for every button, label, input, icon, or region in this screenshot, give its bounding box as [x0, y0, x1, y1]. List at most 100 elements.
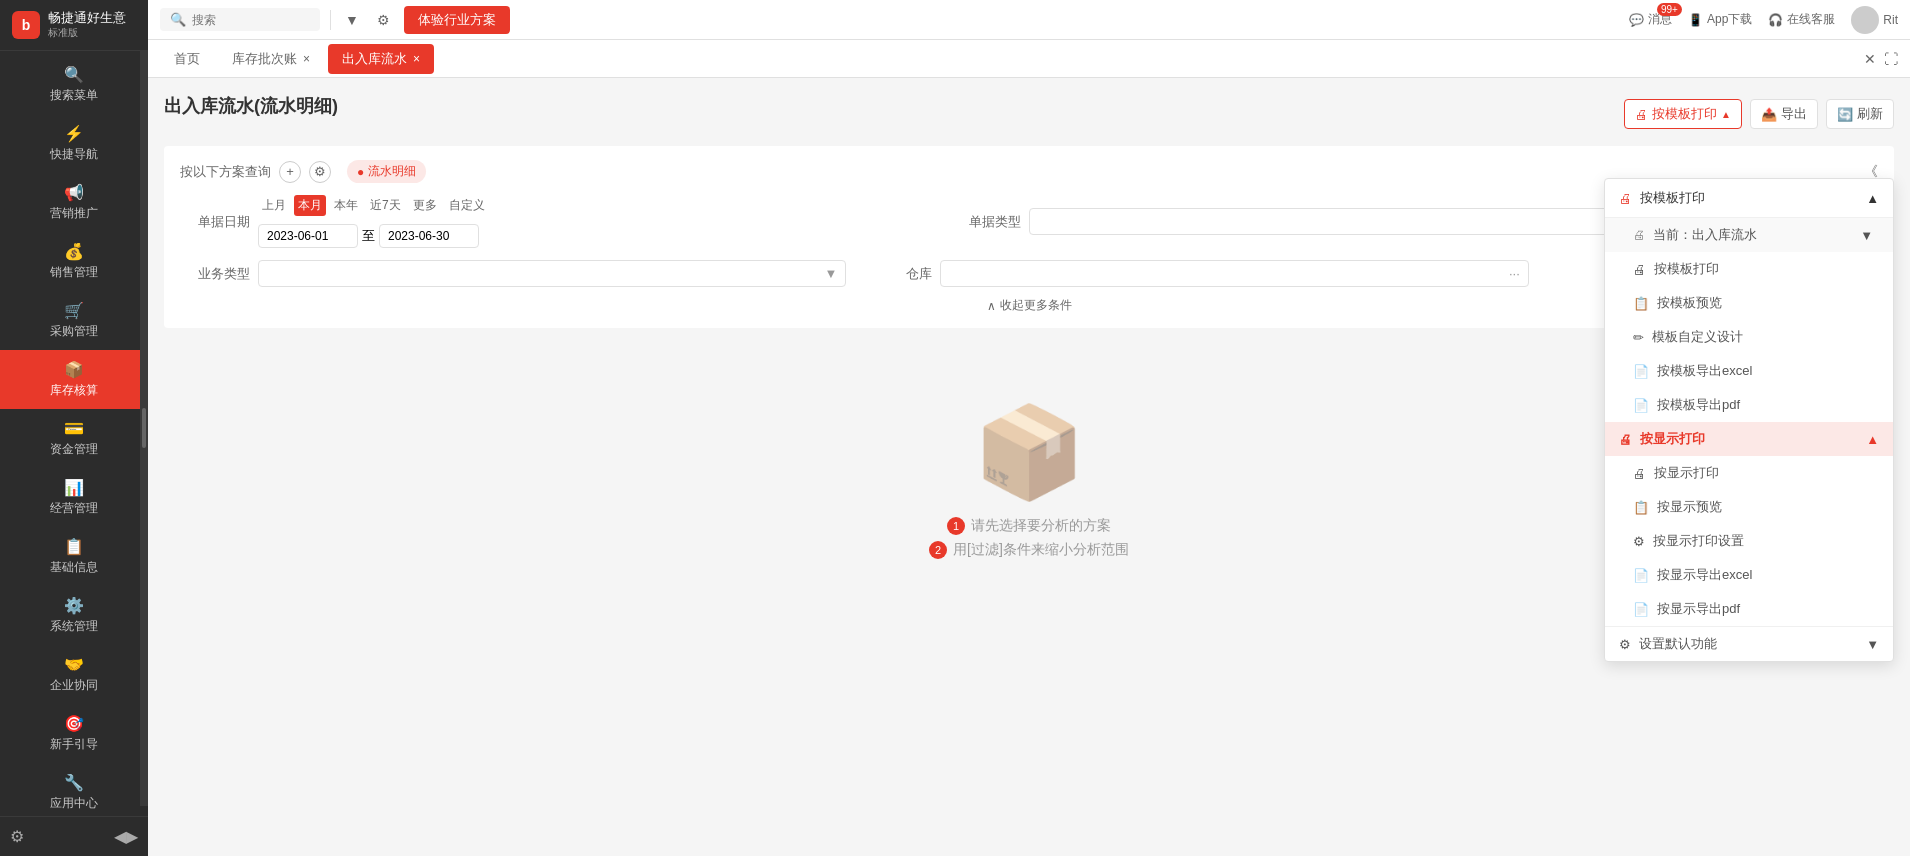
nav-label-marketing: 营销推广: [50, 205, 98, 222]
date-from-input[interactable]: [258, 224, 358, 248]
shortcut-more[interactable]: 更多: [409, 195, 441, 216]
logo-icon: b: [12, 11, 40, 39]
main-area: 🔍 ▼ ⚙ 体验行业方案 💬 消息 99+ 📱 App下载 🎧 在线客服 Ri: [148, 0, 1910, 856]
date-to-input[interactable]: [379, 224, 479, 248]
nav-icon-inventory: 📦: [64, 360, 84, 379]
dropdown-footer[interactable]: ⚙ 设置默认功能 ▼: [1605, 626, 1893, 661]
nav-label-guide: 新手引导: [50, 736, 98, 753]
template-customize-item[interactable]: ✏ 模板自定义设计: [1605, 320, 1893, 354]
template-print-item[interactable]: 🖨 按模板打印: [1605, 252, 1893, 286]
sidebar-item-system[interactable]: ⚙️系统管理: [0, 586, 148, 645]
fullscreen-icon[interactable]: ⛶: [1884, 51, 1898, 67]
nav-icon-search: 🔍: [64, 65, 84, 84]
search-icon: 🔍: [170, 12, 186, 27]
dropdown-arrow-icon[interactable]: ▼: [341, 8, 363, 32]
template-pdf-icon: 📄: [1633, 398, 1649, 413]
current-selection[interactable]: 🖨 当前：出入库流水 ▼: [1605, 218, 1893, 252]
brand-name: 畅捷通好生意: [48, 10, 126, 26]
close-window-icon[interactable]: ✕: [1864, 51, 1876, 67]
nav-icon-guide: 🎯: [64, 714, 84, 733]
sidebar-scrollbar[interactable]: [140, 50, 148, 806]
sidebar-item-finance[interactable]: 💳资金管理: [0, 409, 148, 468]
customer-service-btn[interactable]: 🎧 在线客服: [1768, 11, 1835, 28]
sidebar-item-collab[interactable]: 🤝企业协同: [0, 645, 148, 704]
nav-icon-finance: 💳: [64, 419, 84, 438]
tab-inout-close-icon[interactable]: ×: [413, 52, 420, 66]
phone-icon: 📱: [1688, 13, 1703, 27]
settings-icon[interactable]: ⚙: [10, 827, 24, 846]
sidebar-nav: 🔍 搜索菜单 ⚡快捷导航📢营销推广💰销售管理🛒采购管理📦库存核算💳资金管理📊经营管理…: [0, 51, 148, 816]
settings-icon[interactable]: ⚙: [373, 8, 394, 32]
display-section-header[interactable]: 🖨 按显示打印 ▲: [1605, 422, 1893, 456]
tab-batch-close-icon[interactable]: ×: [303, 52, 310, 66]
display-preview-label: 按显示预览: [1657, 498, 1722, 516]
tab-batch-account[interactable]: 库存批次账 ×: [218, 44, 324, 74]
nav-label-search: 搜索菜单: [50, 87, 98, 104]
warehouse-arrow-icon: ···: [1509, 266, 1520, 281]
user-avatar[interactable]: Rit: [1851, 6, 1898, 34]
shortcut-7days[interactable]: 近7天: [366, 195, 405, 216]
refresh-btn[interactable]: 🔄 刷新: [1826, 99, 1894, 129]
display-section-label: 按显示打印: [1640, 430, 1705, 448]
sidebar-item-search[interactable]: 🔍 搜索菜单: [0, 55, 148, 114]
print-arrow-icon: ▲: [1721, 109, 1731, 120]
search-add-btn[interactable]: +: [279, 161, 301, 183]
collapse-icon[interactable]: ◀▶: [114, 827, 138, 846]
warehouse-select[interactable]: ···: [940, 260, 1528, 287]
tab-home[interactable]: 首页: [160, 44, 214, 74]
shortcut-this-year[interactable]: 本年: [330, 195, 362, 216]
nav-label-basic-info: 基础信息: [50, 559, 98, 576]
search-input[interactable]: [192, 13, 310, 27]
shortcut-custom[interactable]: 自定义: [445, 195, 489, 216]
headset-icon: 🎧: [1768, 13, 1783, 27]
display-pdf-icon: 📄: [1633, 602, 1649, 617]
nav-label-system: 系统管理: [50, 618, 98, 635]
biz-type-select[interactable]: ▼: [258, 260, 846, 287]
display-print-item[interactable]: 🖨 按显示打印: [1605, 456, 1893, 490]
topbar-right: 💬 消息 99+ 📱 App下载 🎧 在线客服 Rit: [1629, 6, 1898, 34]
display-settings-item[interactable]: ⚙ 按显示打印设置: [1605, 524, 1893, 558]
display-pdf-label: 按显示导出pdf: [1657, 600, 1740, 618]
print-btn[interactable]: 🖨 按模板打印 ▲: [1624, 99, 1742, 129]
trial-btn[interactable]: 体验行业方案: [404, 6, 510, 34]
sidebar-item-guide[interactable]: 🎯 新手引导: [0, 704, 148, 763]
biz-select-arrow-icon: ▼: [825, 266, 838, 281]
search-setting-btn[interactable]: ⚙: [309, 161, 331, 183]
template-preview-label: 按模板预览: [1657, 294, 1722, 312]
shortcut-last-month[interactable]: 上月: [258, 195, 290, 216]
biz-type-label: 业务类型: [180, 265, 250, 283]
collapse-btn[interactable]: ∧ 收起更多条件: [987, 297, 1072, 314]
sidebar-item-marketing[interactable]: 📢营销推广: [0, 173, 148, 232]
display-excel-item[interactable]: 📄 按显示导出excel: [1605, 558, 1893, 592]
nav-label-purchase: 采购管理: [50, 323, 98, 340]
empty-hint-1: 1 请先选择要分析的方案: [947, 517, 1111, 535]
display-items: 🖨 按显示打印 📋 按显示预览 ⚙ 按显示打印设置 📄 按显示导出excel 📄: [1605, 456, 1893, 626]
sidebar-item-sales[interactable]: 💰销售管理: [0, 232, 148, 291]
sidebar-item-quick-nav[interactable]: ⚡快捷导航: [0, 114, 148, 173]
sidebar-item-purchase[interactable]: 🛒采购管理: [0, 291, 148, 350]
date-field: 单据日期 上月 本月 本年 近7天 更多 自定义: [180, 195, 935, 248]
topbar: 🔍 ▼ ⚙ 体验行业方案 💬 消息 99+ 📱 App下载 🎧 在线客服 Ri: [148, 0, 1910, 40]
app-download-btn[interactable]: 📱 App下载: [1688, 11, 1752, 28]
tab-inout-flow[interactable]: 出入库流水 ×: [328, 44, 434, 74]
template-export-excel-item[interactable]: 📄 按模板导出excel: [1605, 354, 1893, 388]
template-excel-icon: 📄: [1633, 364, 1649, 379]
nav-icon-basic-info: 📋: [64, 537, 84, 556]
sidebar-item-basic-info[interactable]: 📋 基础信息: [0, 527, 148, 586]
tabs-window-btns: ✕ ⛶: [1864, 51, 1898, 67]
display-pdf-item[interactable]: 📄 按显示导出pdf: [1605, 592, 1893, 626]
sidebar-item-inventory[interactable]: 📦库存核算: [0, 350, 148, 409]
display-preview-item[interactable]: 📋 按显示预览: [1605, 490, 1893, 524]
dropdown-header[interactable]: 🖨 按模板打印 ▲: [1605, 179, 1893, 218]
page-title: 出入库流水(流水明细): [164, 94, 338, 118]
topbar-search-box[interactable]: 🔍: [160, 8, 320, 31]
sidebar-item-operations[interactable]: 📊经营管理: [0, 468, 148, 527]
sidebar-item-app-center[interactable]: 🔧应用中心: [0, 763, 148, 816]
template-export-pdf-item[interactable]: 📄 按模板导出pdf: [1605, 388, 1893, 422]
template-preview-item[interactable]: 📋 按模板预览: [1605, 286, 1893, 320]
shortcut-this-month[interactable]: 本月: [294, 195, 326, 216]
nav-label-app-center: 应用中心: [50, 795, 98, 812]
footer-label: 设置默认功能: [1639, 635, 1717, 653]
message-btn[interactable]: 💬 消息 99+: [1629, 11, 1672, 28]
export-btn[interactable]: 📤 导出: [1750, 99, 1818, 129]
